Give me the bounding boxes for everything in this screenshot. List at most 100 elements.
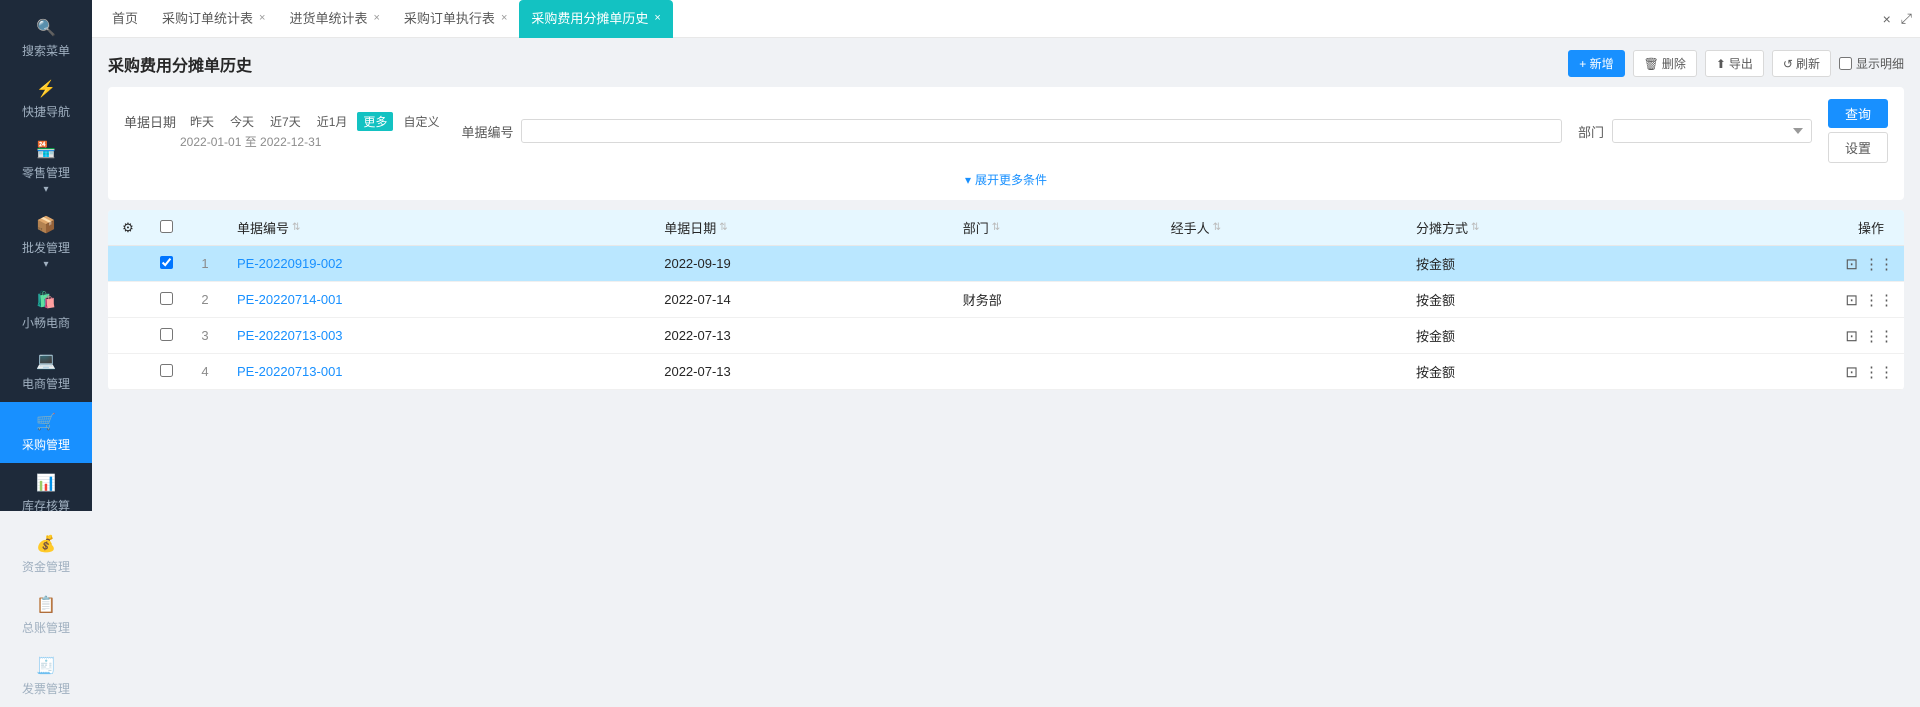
date-tag-more[interactable]: 更多 [357,112,393,131]
delete-icon: 🗑 [1644,57,1659,71]
date-tag-today[interactable]: 今天 [224,112,260,131]
expand-button[interactable]: ▾ 展开更多条件 [965,171,1047,188]
filter-area: 单据日期 昨天 今天 近7天 近1月 更多 自定义 2022-01-01 至 2… [108,87,1904,200]
sidebar-item-quick-nav[interactable]: ⚡ 快捷导航 [0,69,92,130]
row-check[interactable] [148,282,185,318]
row-order-no[interactable]: PE-20220713-001 [225,354,652,390]
select-all-checkbox[interactable] [160,220,173,233]
order-no-input[interactable] [521,119,1562,143]
view-icon[interactable]: ⊡ [1845,291,1858,309]
sidebar-item-search[interactable]: 🔍 搜索菜单 [0,8,92,69]
table-row: 1 PE-20220919-002 2022-09-19 按金额 ⊡ ⋮⋮ [108,246,1904,282]
date-tag-custom[interactable]: 自定义 [397,112,445,131]
row-check[interactable] [148,318,185,354]
more-icon[interactable]: ⋮⋮ [1864,363,1894,381]
row-num: 3 [185,318,225,354]
date-tag-7days[interactable]: 近7天 [264,112,307,131]
dept-select[interactable] [1612,119,1812,143]
delete-button[interactable]: 🗑 删除 [1633,50,1697,77]
tab-purchase-receipt-stat[interactable]: 进货单统计表 × [277,0,391,38]
export-button[interactable]: ⬆ 导出 [1705,50,1764,77]
row-order-no[interactable]: PE-20220713-003 [225,318,652,354]
tab-purchase-order-exec[interactable]: 采购订单执行表 × [392,0,519,38]
tab-purchase-fee-split[interactable]: 采购费用分摊单历史 × [519,0,672,38]
table-row: 3 PE-20220713-003 2022-07-13 按金额 ⊡ ⋮⋮ [108,318,1904,354]
sidebar-item-purchase[interactable]: 🛒 采购管理 [0,402,92,463]
row-gear [108,318,148,354]
sort-dept[interactable]: 部门 ⇅ [963,218,1000,237]
row-dept [951,354,1159,390]
sidebar-item-invoice[interactable]: 🧾 发票管理 [0,646,92,707]
table-header-row: ⚙ 单据编号 ⇅ [108,210,1904,246]
add-button[interactable]: + 新增 [1568,50,1624,77]
more-icon[interactable]: ⋮⋮ [1864,327,1894,345]
view-icon[interactable]: ⊡ [1845,363,1858,381]
row-check[interactable] [148,246,185,282]
minimize-icon[interactable]: × [1883,11,1891,27]
row-dept [951,318,1159,354]
row-checkbox[interactable] [160,292,173,305]
export-icon: ⬆ [1716,57,1726,71]
order-no-label: 单据编号 [461,122,513,141]
view-icon[interactable]: ⊡ [1845,255,1858,273]
sidebar-item-label: 快捷导航 [4,103,88,120]
gear-icon[interactable]: ⚙ [122,220,134,235]
row-handler [1159,246,1404,282]
settings-button[interactable]: 设置 [1828,132,1888,163]
row-gear [108,246,148,282]
sidebar-item-retail[interactable]: 🏪 零售管理 ▾ [0,130,92,205]
sort-handler[interactable]: 经手人 ⇅ [1171,218,1221,237]
view-icon[interactable]: ⊡ [1845,327,1858,345]
show-detail-checkbox[interactable]: 显示明细 [1839,55,1904,72]
query-button[interactable]: 查询 [1828,99,1888,128]
date-tag-1month[interactable]: 近1月 [311,112,354,131]
row-dept: 财务部 [951,282,1159,318]
tabs-bar: 首页 采购订单统计表 × 进货单统计表 × 采购订单执行表 × 采购费用分摊单历… [92,0,1920,38]
retail-icon: 🏪 [36,142,56,159]
row-checkbox[interactable] [160,364,173,377]
sidebar-item-wholesale[interactable]: 📦 批发管理 ▾ [0,205,92,280]
tab-purchase-order-stat[interactable]: 采购订单统计表 × [150,0,277,38]
tab-close-icon[interactable]: × [501,12,507,24]
refresh-button[interactable]: ↺ 刷新 [1772,50,1831,77]
more-icon[interactable]: ⋮⋮ [1864,291,1894,309]
chevron-down-icon: ▾ [43,259,48,270]
search-icon: 🔍 [36,20,56,37]
wholesale-icon: 📦 [36,217,56,234]
chevron-down-icon: ▾ [43,184,48,195]
tab-home[interactable]: 首页 [100,0,150,38]
row-date: 2022-07-13 [652,318,950,354]
sort-split-method[interactable]: 分摊方式 ⇅ [1416,218,1479,237]
row-order-no[interactable]: PE-20220919-002 [225,246,652,282]
tab-close-icon[interactable]: × [259,12,265,24]
th-order-no: 单据编号 ⇅ [225,210,652,246]
tab-close-icon[interactable]: × [373,12,379,24]
sidebar-item-label: 电商管理 [4,375,88,392]
row-actions: ⊡ ⋮⋮ [1804,246,1904,282]
show-detail-input[interactable] [1839,57,1852,70]
row-gear [108,282,148,318]
tab-close-icon[interactable]: × [654,12,660,24]
sort-order-no[interactable]: 单据编号 ⇅ [237,218,300,237]
row-date: 2022-07-13 [652,354,950,390]
sidebar-item-inventory[interactable]: 📊 库存核算 [0,463,92,524]
more-icon[interactable]: ⋮⋮ [1864,255,1894,273]
row-dept [951,246,1159,282]
row-num: 1 [185,246,225,282]
inventory-icon: 📊 [36,475,56,492]
row-checkbox[interactable] [160,256,173,269]
row-handler [1159,282,1404,318]
row-checkbox[interactable] [160,328,173,341]
date-range-text: 2022-01-01 至 2022-12-31 [180,133,321,150]
th-check [148,210,185,246]
sidebar-item-finance[interactable]: 💰 资金管理 [0,524,92,585]
sidebar-item-ecommerce[interactable]: 💻 电商管理 [0,341,92,402]
date-tag-yesterday[interactable]: 昨天 [184,112,220,131]
dept-filter-label: 部门 [1578,122,1604,141]
sidebar-item-mini-shop[interactable]: 🛍️ 小畅电商 [0,280,92,341]
row-order-no[interactable]: PE-20220714-001 [225,282,652,318]
row-check[interactable] [148,354,185,390]
maximize-icon[interactable]: ⤢ [1901,10,1912,27]
sort-date[interactable]: 单据日期 ⇅ [664,218,727,237]
sidebar-item-accounting[interactable]: 📋 总账管理 [0,585,92,646]
